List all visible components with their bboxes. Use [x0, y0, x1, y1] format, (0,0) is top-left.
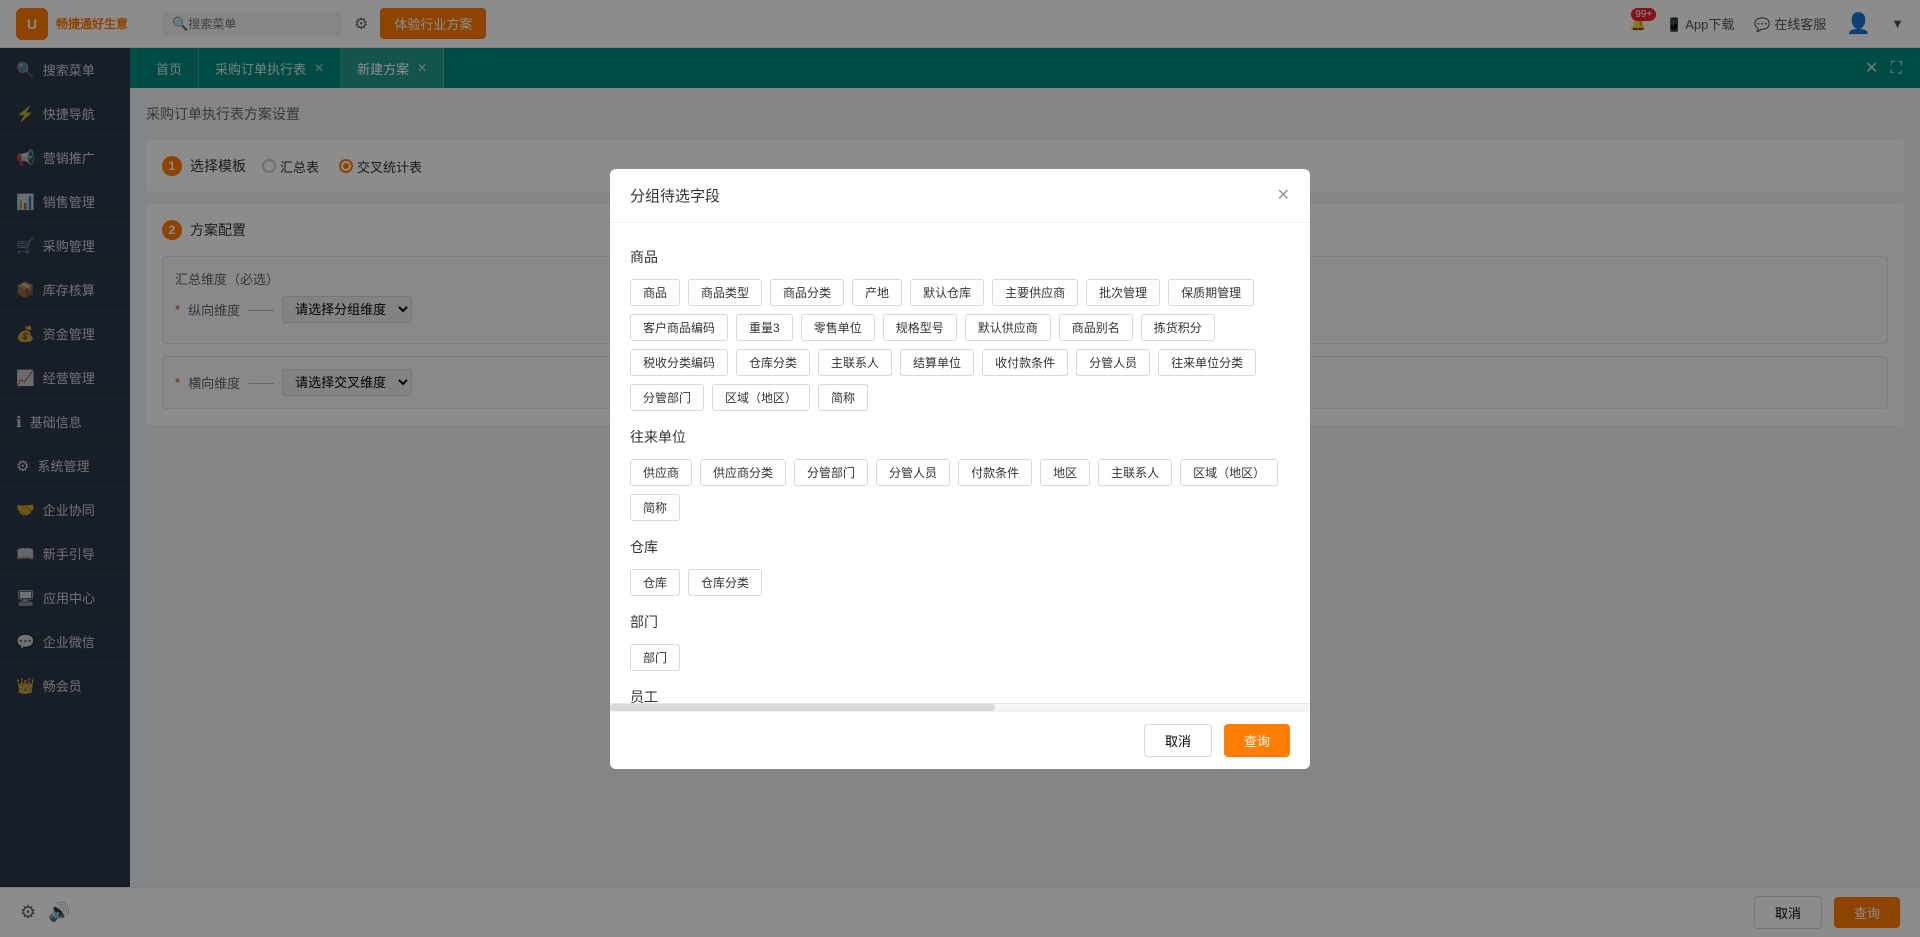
field-tag[interactable]: 部门 — [630, 644, 680, 671]
field-tag[interactable]: 商品类型 — [688, 279, 762, 306]
field-tag[interactable]: 默认仓库 — [910, 279, 984, 306]
section-counterpart-title: 往来单位 — [630, 427, 1290, 447]
modal-footer: 取消 查询 — [610, 711, 1310, 769]
field-tag[interactable]: 分管人员 — [1076, 349, 1150, 376]
field-selection-modal: 分组待选字段 ✕ 商品 商品 商品类型 商品分类 产地 默认仓库 主要供应商 批… — [610, 169, 1310, 769]
modal-body: 商品 商品 商品类型 商品分类 产地 默认仓库 主要供应商 批次管理 保质期管理… — [610, 223, 1310, 704]
field-tag[interactable]: 区域（地区） — [712, 384, 810, 411]
field-tag[interactable]: 零售单位 — [801, 314, 875, 341]
field-tag[interactable]: 分管部门 — [794, 459, 868, 486]
field-tag[interactable]: 供应商分类 — [700, 459, 786, 486]
section-warehouse-fields: 仓库 仓库分类 — [630, 569, 1290, 596]
modal-confirm-btn[interactable]: 查询 — [1224, 724, 1290, 757]
section-warehouse-title: 仓库 — [630, 537, 1290, 557]
field-tag[interactable]: 简称 — [818, 384, 868, 411]
field-tag[interactable]: 产地 — [852, 279, 902, 306]
field-tag[interactable]: 仓库 — [630, 569, 680, 596]
modal-scrollbar-h[interactable] — [610, 703, 1310, 710]
field-tag[interactable]: 保质期管理 — [1168, 279, 1254, 306]
field-tag[interactable]: 客户商品编码 — [630, 314, 728, 341]
field-tag[interactable]: 拣货积分 — [1141, 314, 1215, 341]
field-tag[interactable]: 主联系人 — [1098, 459, 1172, 486]
field-tag[interactable]: 往来单位分类 — [1158, 349, 1256, 376]
field-tag[interactable]: 仓库分类 — [688, 569, 762, 596]
field-tag[interactable]: 规格型号 — [883, 314, 957, 341]
field-tag[interactable]: 默认供应商 — [965, 314, 1051, 341]
field-tag[interactable]: 分管人员 — [876, 459, 950, 486]
field-tag[interactable]: 供应商 — [630, 459, 692, 486]
field-tag[interactable]: 简称 — [630, 494, 680, 521]
modal-overlay: 分组待选字段 ✕ 商品 商品 商品类型 商品分类 产地 默认仓库 主要供应商 批… — [0, 0, 1920, 937]
modal-close-btn[interactable]: ✕ — [1277, 185, 1290, 205]
section-counterpart-fields: 供应商 供应商分类 分管部门 分管人员 付款条件 地区 主联系人 区域（地区） … — [630, 459, 1290, 521]
field-tag[interactable]: 结算单位 — [900, 349, 974, 376]
field-tag[interactable]: 付款条件 — [958, 459, 1032, 486]
field-tag[interactable]: 商品分类 — [770, 279, 844, 306]
section-goods-title: 商品 — [630, 247, 1290, 267]
section-dept-title: 部门 — [630, 612, 1290, 632]
modal-title: 分组待选字段 — [630, 185, 720, 206]
section-employee-title: 员工 — [630, 687, 1290, 704]
field-tag[interactable]: 商品 — [630, 279, 680, 306]
modal-header: 分组待选字段 ✕ — [610, 169, 1310, 223]
field-tag[interactable]: 重量3 — [736, 314, 793, 341]
modal-scrollbar-thumb — [610, 704, 995, 710]
field-tag[interactable]: 批次管理 — [1086, 279, 1160, 306]
field-tag[interactable]: 地区 — [1040, 459, 1090, 486]
modal-cancel-btn[interactable]: 取消 — [1144, 724, 1212, 757]
field-tag[interactable]: 分管部门 — [630, 384, 704, 411]
section-goods-fields: 商品 商品类型 商品分类 产地 默认仓库 主要供应商 批次管理 保质期管理 客户… — [630, 279, 1290, 411]
field-tag[interactable]: 区域（地区） — [1180, 459, 1278, 486]
field-tag[interactable]: 收付款条件 — [982, 349, 1068, 376]
field-tag[interactable]: 仓库分类 — [736, 349, 810, 376]
field-tag[interactable]: 主联系人 — [818, 349, 892, 376]
field-tag[interactable]: 税收分类编码 — [630, 349, 728, 376]
field-tag[interactable]: 商品别名 — [1059, 314, 1133, 341]
section-dept-fields: 部门 — [630, 644, 1290, 671]
field-tag[interactable]: 主要供应商 — [992, 279, 1078, 306]
